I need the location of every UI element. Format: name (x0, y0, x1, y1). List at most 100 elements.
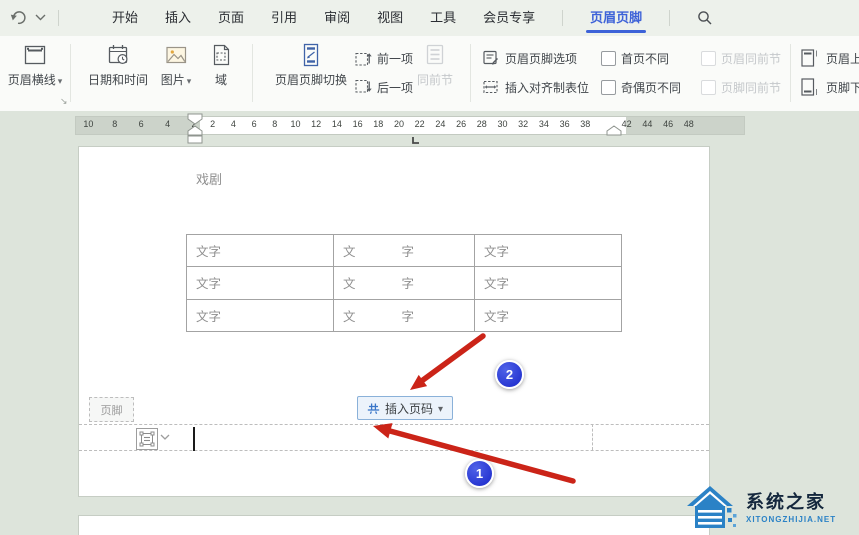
same-as-previous-button: 同前节 (413, 42, 457, 87)
insert-align-tab-button[interactable]: 插入对齐制表位 (482, 78, 589, 96)
calendar-clock-icon (105, 42, 131, 68)
ruler-number: 46 (663, 119, 674, 129)
header-line-label: 页眉横线 (8, 73, 63, 88)
footer-tag: 页脚 (89, 397, 134, 422)
checkbox-icon (701, 50, 716, 66)
footer-frame-icon (139, 431, 155, 447)
chevron-down-icon[interactable] (35, 14, 46, 22)
ruler-number: 8 (112, 119, 118, 129)
previous-item-label: 前一项 (377, 51, 414, 66)
ribbon: 页眉横线 ↘ 日期和时间 图片 域 页眉页脚切换 (0, 36, 859, 112)
checkbox-icon (601, 79, 616, 95)
date-time-label: 日期和时间 (87, 73, 148, 87)
tab-member[interactable]: 会员专享 (483, 0, 535, 36)
footer-bottom-distance-button[interactable]: I 页脚下 (800, 78, 859, 97)
field-button[interactable]: 域 (203, 42, 239, 87)
header-footer-switch-label: 页眉页脚切换 (274, 73, 347, 87)
footer-boundary-line (79, 424, 709, 425)
footer-right-boundary (592, 424, 593, 450)
header-footer-switch-button[interactable]: 页眉页脚切换 (264, 42, 358, 87)
table-cell: 文字 (475, 235, 622, 268)
ribbon-separator (790, 44, 791, 102)
checkbox-label: 页脚同前节 (721, 80, 782, 95)
table-cell: 文字 (475, 299, 622, 332)
undo-icon[interactable] (10, 9, 28, 26)
header-top-distance-button[interactable]: I 页眉上 (800, 49, 859, 67)
ruler-number: 44 (642, 119, 653, 129)
insert-align-tab-label: 插入对齐制表位 (505, 80, 590, 95)
checkbox-icon (601, 50, 616, 66)
picture-button[interactable]: 图片 (154, 42, 198, 88)
footer-frame-button[interactable] (136, 428, 158, 450)
checkbox-header-same-as-previous: 页眉同前节 (701, 49, 781, 67)
header-top-icon: I (800, 48, 821, 68)
picture-label: 图片 (161, 73, 192, 88)
tab-review[interactable]: 审阅 (324, 0, 350, 36)
next-item-label: 后一项 (377, 80, 414, 95)
step-badge-2: 2 (495, 360, 524, 389)
page-number-hash-icon (367, 403, 380, 414)
checkbox-different-odd-even[interactable]: 奇偶页不同 (601, 78, 681, 96)
search-icon[interactable] (697, 10, 713, 26)
field-icon (208, 42, 234, 68)
same-as-previous-icon (422, 42, 448, 68)
document-title: 戏剧 (196, 172, 223, 187)
checkbox-label: 奇偶页不同 (621, 80, 682, 95)
ribbon-separator (70, 44, 71, 102)
text-cursor (193, 427, 195, 451)
titlebar: 开始 插入 页面 引用 审阅 视图 工具 会员专享 页眉页脚 (0, 0, 859, 37)
watermark-domain: XITONGZHIJIA.NET (746, 515, 837, 524)
ruler-number: 6 (138, 119, 144, 129)
ruler-indent-markers[interactable] (185, 113, 635, 147)
svg-text:I: I (816, 50, 818, 59)
checkbox-label: 页眉同前节 (721, 51, 782, 66)
header-line-icon (22, 42, 48, 68)
insert-page-number-button[interactable]: 插入页码 (357, 396, 453, 420)
table-cell: 文字 (334, 267, 475, 300)
checkbox-different-first-page[interactable]: 首页不同 (601, 49, 669, 67)
tab-view[interactable]: 视图 (377, 0, 403, 36)
table-cell: 文字 (187, 299, 334, 332)
table-cell: 文字 (334, 299, 475, 332)
footer-bottom-label: 页脚下 (826, 80, 859, 95)
dropdown-caret-icon (438, 399, 443, 417)
date-time-button[interactable]: 日期和时间 (84, 42, 152, 87)
titlebar-separator (669, 10, 671, 26)
titlebar-separator (562, 10, 564, 26)
header-footer-options-button[interactable]: 页眉页脚选项 (482, 49, 577, 67)
ruler-number: 48 (683, 119, 694, 129)
document-workspace: 10 8 6 4 2 2 4 6 8 10 12 14 16 18 20 22 24 26 28 30 32 34 36 38… (0, 111, 859, 535)
tab-reference[interactable]: 引用 (271, 0, 297, 36)
ribbon-separator (470, 44, 471, 102)
site-watermark: 系统之家 XITONGZHIJIA.NET (686, 482, 859, 534)
tab-header-footer[interactable]: 页眉页脚 (586, 0, 647, 36)
page-1[interactable]: 戏剧 文字 文字 文字 文字 文字 文字 文字 文字 文字 页脚 插入页码 ▾ (78, 146, 710, 497)
table-cell: 文字 (475, 267, 622, 300)
titlebar-separator (58, 10, 59, 26)
table-cell: 文字 (187, 235, 334, 268)
header-footer-options-label: 页眉页脚选项 (505, 51, 578, 66)
picture-icon (163, 42, 189, 68)
same-as-previous-label: 同前节 (416, 73, 453, 87)
previous-item-button[interactable]: 前一项 (354, 49, 413, 67)
ribbon-separator (252, 44, 253, 102)
ruler-number: 10 (83, 119, 94, 129)
header-footer-options-icon (482, 49, 500, 67)
tab-page[interactable]: 页面 (218, 0, 244, 36)
checkbox-label: 首页不同 (621, 51, 670, 66)
footer-boundary-line (79, 450, 709, 451)
insert-page-number-label: 插入页码 (384, 401, 433, 416)
next-item-icon (354, 78, 372, 96)
header-line-button[interactable]: 页眉横线 (5, 42, 65, 88)
next-item-button[interactable]: 后一项 (354, 78, 413, 96)
dialog-launcher-icon[interactable]: ↘ (60, 96, 68, 107)
tab-home[interactable]: 开始 (112, 0, 138, 36)
table-cell: 文字 (334, 235, 475, 268)
tab-tools[interactable]: 工具 (430, 0, 456, 36)
wps-window: 开始 插入 页面 引用 审阅 视图 工具 会员专享 页眉页脚 页眉横线 ↘ (0, 0, 859, 535)
page-2[interactable] (78, 515, 710, 535)
svg-text:I: I (816, 88, 818, 97)
footer-frame-dropdown-icon[interactable] (160, 434, 170, 441)
tab-insert[interactable]: 插入 (165, 0, 191, 36)
header-footer-switch-icon (298, 42, 324, 68)
